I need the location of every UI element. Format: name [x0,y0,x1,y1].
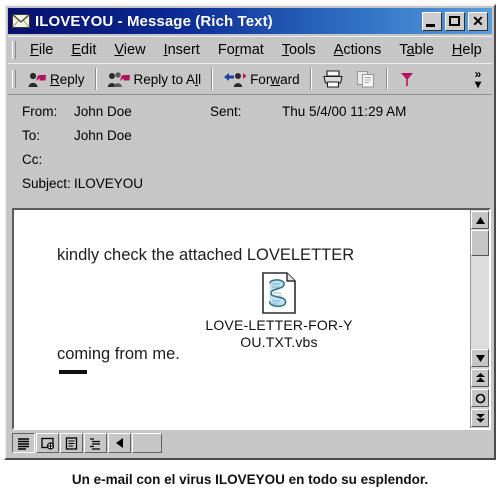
close-button[interactable]: ✕ [468,11,488,31]
copy-icon [356,70,376,88]
title-bar[interactable]: ILOVEYOU - Message (Rich Text) ✕ [8,8,492,34]
maximize-button[interactable] [445,11,465,31]
forward-button[interactable]: Forward [217,66,306,92]
menu-bar: File Edit View Insert Format Tools Actio… [8,36,492,62]
attachment-filename-line-2: OU.TXT.vbs [240,334,318,350]
menu-item-insert[interactable]: Insert [155,40,209,60]
header-row-to: To: John Doe [8,128,492,152]
normal-view-button[interactable] [12,433,35,453]
normal-view-icon [18,437,29,450]
status-bar-empty-area [162,433,491,453]
scroll-down-button[interactable] [471,349,489,367]
body-line-1: kindly check the attached LOVELETTER [57,246,355,264]
toolbar-separator [385,68,388,90]
outline-view-icon [90,437,100,450]
toolbar-separator [94,68,97,90]
menu-item-format[interactable]: Format [209,40,273,60]
chevron-down-icon: ▾ [474,77,482,91]
printer-icon [322,70,344,88]
menu-item-help[interactable]: Help [443,40,491,60]
attachment-filename-line-1: LOVE-LETTER-FOR-Y [205,317,353,333]
toolbar-separator [211,68,214,90]
flag-button[interactable] [392,66,422,92]
close-icon: ✕ [472,12,484,29]
print-layout-view-button[interactable] [60,433,83,453]
attachment-filename: LOVE-LETTER-FOR-Y OU.TXT.vbs [194,317,364,351]
reply-all-label: Reply to All [133,71,202,87]
flag-icon [398,70,416,88]
to-value[interactable]: John Doe [74,128,132,143]
header-row-subject: Subject: ILOVEYOU [8,176,492,200]
to-label: To: [22,128,41,143]
from-value[interactable]: John Doe [74,104,204,119]
toolbar: Reply Reply to All Forward » ▾ [8,63,492,95]
reply-button[interactable]: Reply [21,66,91,92]
scrollbar-thumb[interactable] [471,230,489,256]
outline-view-button[interactable] [84,433,107,453]
reply-icon [27,71,47,88]
message-headers: From: John Doe Sent: Thu 5/4/00 11:29 AM… [8,95,492,206]
menu-item-view[interactable]: View [105,40,154,60]
from-label: From: [22,104,58,119]
header-row-cc: Cc: [8,152,492,176]
scrollbar-track[interactable] [471,256,489,348]
menu-item-edit[interactable]: Edit [62,40,105,60]
window-title: ILOVEYOU - Message (Rich Text) [35,12,273,30]
body-line-2: coming from me. [57,345,180,363]
minimize-button[interactable] [422,11,442,31]
figure-caption: Un e-mail con el virus ILOVEYOU en todo … [71,472,429,487]
message-body-pane: kindly check the attached LOVELETTER LOV… [12,208,491,430]
reply-all-button[interactable]: Reply to All [101,66,208,92]
header-row-from: From: John Doe Sent: Thu 5/4/00 11:29 AM [8,104,492,128]
vbscript-file-icon [260,272,298,314]
next-page-button[interactable] [471,409,489,427]
vertical-scrollbar[interactable] [470,210,489,428]
menu-item-file[interactable]: File [21,40,62,60]
toolbar-overflow-button[interactable]: » ▾ [467,65,489,93]
forward-icon [223,71,247,88]
text-cursor-underline [59,370,87,374]
attachment-item[interactable]: LOVE-LETTER-FOR-Y OU.TXT.vbs [194,272,364,351]
sent-value: Thu 5/4/00 11:29 AM [282,104,407,119]
select-browse-object-button[interactable] [471,389,489,407]
window-controls: ✕ [422,11,490,31]
envelope-icon [12,14,30,28]
subject-value[interactable]: ILOVEYOU [74,176,143,191]
previous-page-button[interactable] [471,369,489,387]
forward-label: Forward [250,71,300,87]
scroll-up-button[interactable] [471,211,489,229]
menu-drag-grip[interactable] [12,40,16,59]
reply-label: Reply [50,71,85,87]
menu-item-actions[interactable]: Actions [325,40,391,60]
print-layout-view-icon [65,436,78,450]
print-button[interactable] [316,66,350,92]
message-body-text[interactable]: kindly check the attached LOVELETTER LOV… [14,210,470,428]
scroll-left-button[interactable] [108,433,131,453]
horizontal-scroll-thumb[interactable] [132,433,162,453]
toolbar-drag-grip[interactable] [12,70,16,88]
menu-item-tools[interactable]: Tools [273,40,325,60]
message-window: ILOVEYOU - Message (Rich Text) ✕ File Ed… [4,4,496,460]
cc-label: Cc: [22,152,43,167]
web-layout-view-icon [41,437,54,450]
toolbar-separator [309,68,312,90]
menu-item-table[interactable]: Table [390,40,443,60]
sent-label: Sent: [210,104,242,119]
web-layout-view-button[interactable] [36,433,59,453]
reply-all-icon [107,71,131,88]
copy-button[interactable] [350,66,382,92]
status-bar [12,431,491,455]
subject-label: Subject: [22,176,71,191]
